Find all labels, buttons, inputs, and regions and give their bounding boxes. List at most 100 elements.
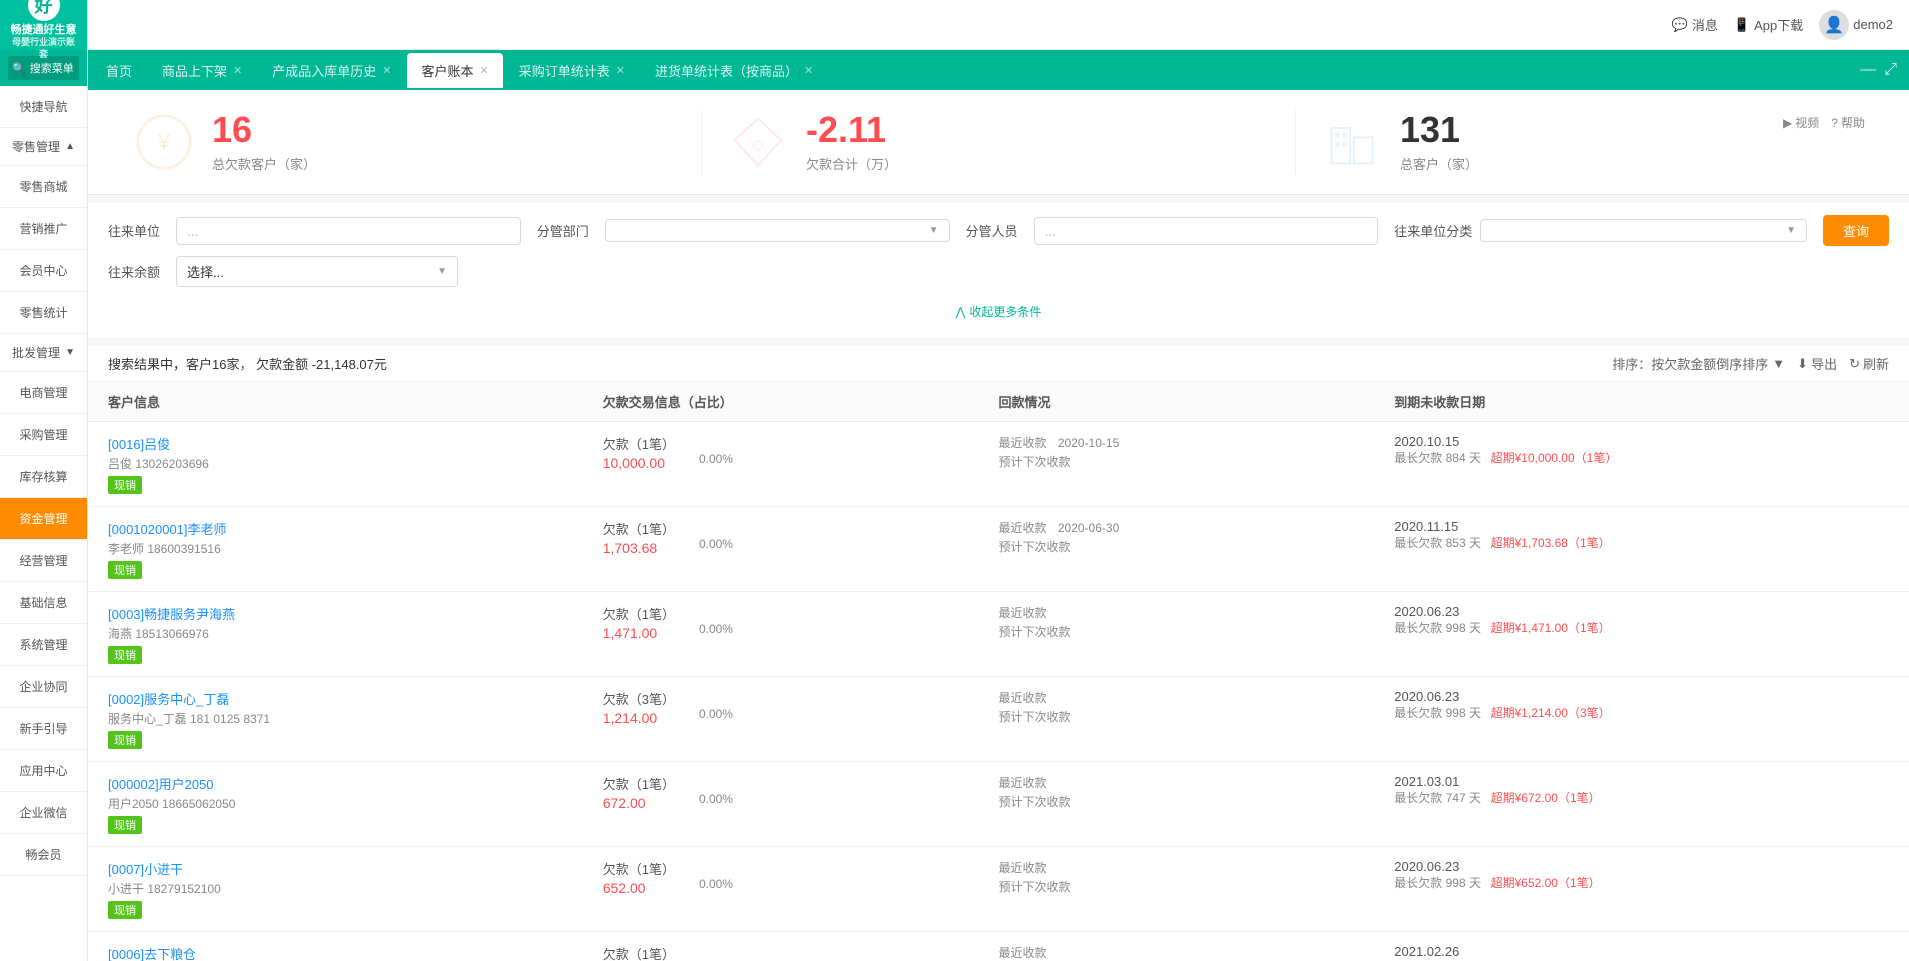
tab-close-production[interactable]: ✕ bbox=[382, 64, 391, 77]
recovery-next: 预计下次收款 bbox=[999, 538, 1395, 555]
table-row: [000002]用户2050 用户2050 18665062050 现销 欠款（… bbox=[88, 762, 1909, 847]
sidebar-item-quick-nav[interactable]: 快捷导航 bbox=[0, 86, 87, 128]
customer-name-link[interactable]: [0001020001]李老师 bbox=[108, 519, 603, 538]
from-unit-label: 往来单位 bbox=[108, 221, 168, 240]
sidebar-item-inventory[interactable]: 库存核算 bbox=[0, 456, 87, 498]
stat-info-debt: -2.11 欠款合计（万） bbox=[806, 112, 1271, 173]
overdue-link[interactable]: 超期¥1,703.68（1笔） bbox=[1491, 536, 1611, 550]
table-row: [0006]去下粮仓 陈小帅 现销 欠款（1笔） 455.90 0.00% bbox=[88, 932, 1909, 961]
overdue-link[interactable]: 超期¥1,471.00（1笔） bbox=[1491, 621, 1611, 635]
tab-production[interactable]: 产成品入库单历史 ✕ bbox=[258, 53, 405, 88]
debt-amount: 10,000.00 bbox=[603, 455, 675, 471]
due-date-col: 2020.11.15 最长欠款 853 天 超期¥1,703.68（1笔） bbox=[1394, 519, 1889, 579]
sidebar-item-ecommerce[interactable]: 电商管理 bbox=[0, 372, 87, 414]
export-button[interactable]: ⬇ 导出 bbox=[1797, 354, 1837, 373]
tab-home[interactable]: 首页 bbox=[92, 53, 146, 88]
sidebar-item-wholesale[interactable]: 批发管理 ▼ bbox=[0, 334, 87, 372]
tab-import-stats[interactable]: 进货单统计表（按商品） ✕ bbox=[641, 53, 827, 88]
customer-info-col: [0003]畅捷服务尹海燕 海燕 18513066976 现销 bbox=[108, 604, 603, 664]
sidebar-item-newbie[interactable]: 新手引导 bbox=[0, 708, 87, 750]
filter-balance: 往来余额 选择... ▼ bbox=[108, 256, 458, 287]
sidebar-item-basic-info[interactable]: 基础信息 bbox=[0, 582, 87, 624]
tab-close-customer[interactable]: ✕ bbox=[480, 64, 489, 77]
due-date: 2020.11.15 bbox=[1394, 519, 1889, 534]
customer-phone: 吕俊 13026203696 bbox=[108, 455, 603, 472]
stat-value-debt: -2.11 bbox=[806, 112, 1271, 148]
tabs-maximize-button[interactable]: ⤢ bbox=[1884, 61, 1897, 79]
table-header: 客户信息 欠款交易信息（占比） 回款情况 到期未收款日期 bbox=[88, 382, 1909, 422]
data-table: 客户信息 欠款交易信息（占比） 回款情况 到期未收款日期 [0016]吕俊 吕俊… bbox=[88, 382, 1909, 961]
sidebar-item-finance[interactable]: 资金管理 bbox=[0, 498, 87, 540]
sidebar-item-retail-stats[interactable]: 零售统计 bbox=[0, 292, 87, 334]
sidebar-item-purchase[interactable]: 采购管理 bbox=[0, 414, 87, 456]
sidebar-item-marketing[interactable]: 营销推广 bbox=[0, 208, 87, 250]
tabs-minimize-button[interactable]: — bbox=[1860, 61, 1876, 79]
overdue-link[interactable]: 超期¥652.00（1笔） bbox=[1491, 876, 1601, 890]
debt-info-col: 欠款（3笔） 1,214.00 0.00% bbox=[603, 689, 999, 749]
sidebar-item-retail-store[interactable]: 零售商城 bbox=[0, 166, 87, 208]
message-button[interactable]: 💬 消息 bbox=[1672, 15, 1718, 34]
debt-count: 欠款（1笔） bbox=[603, 519, 675, 538]
sidebar-item-vip[interactable]: 畅会员 bbox=[0, 834, 87, 876]
recovery-col: 最近收款 2020-06-30 预计下次收款 bbox=[999, 519, 1395, 579]
sidebar-item-system[interactable]: 系统管理 bbox=[0, 624, 87, 666]
sidebar-item-member[interactable]: 会员中心 bbox=[0, 250, 87, 292]
chevron-down-icon: ▼ bbox=[65, 347, 75, 358]
avatar: 👤 bbox=[1819, 10, 1849, 40]
debt-count: 欠款（1笔） bbox=[603, 774, 675, 793]
customer-name-link[interactable]: [0006]去下粮仓 bbox=[108, 944, 603, 961]
col-header-due-date: 到期未收款日期 bbox=[1394, 392, 1889, 411]
collapse-filter-button[interactable]: ⋀ 收起更多条件 bbox=[108, 297, 1889, 326]
chevron-down-icon: ▲ bbox=[65, 141, 75, 152]
customer-name-link[interactable]: [000002]用户2050 bbox=[108, 774, 603, 793]
help-button[interactable]: ? 帮助 bbox=[1831, 114, 1865, 131]
customer-name-link[interactable]: [0003]畅捷服务尹海燕 bbox=[108, 604, 603, 623]
tab-close-products[interactable]: ✕ bbox=[233, 64, 242, 77]
sidebar-item-app-center[interactable]: 应用中心 bbox=[0, 750, 87, 792]
table-row: [0001020001]李老师 李老师 18600391516 现销 欠款（1笔… bbox=[88, 507, 1909, 592]
video-button[interactable]: ▶ 视频 bbox=[1783, 114, 1819, 131]
customer-name-link[interactable]: [0016]吕俊 bbox=[108, 434, 603, 453]
chevron-down-icon: ▼ bbox=[1786, 225, 1796, 236]
tab-purchase-order[interactable]: 采购订单统计表 ✕ bbox=[505, 53, 639, 88]
stat-info-customers: 16 总欠款客户（家） bbox=[212, 112, 677, 173]
from-unit-input[interactable]: ... bbox=[176, 217, 521, 245]
debt-info-col: 欠款（1笔） 455.90 0.00% bbox=[603, 944, 999, 961]
recovery-col: 最近收款 预计下次收款 bbox=[999, 859, 1395, 919]
recovery-col: 最近收款 预计下次收款 bbox=[999, 774, 1395, 834]
overdue-link[interactable]: 超期¥1,214.00（3笔） bbox=[1491, 706, 1611, 720]
tabs-actions: — ⤢ bbox=[1860, 61, 1905, 79]
unit-class-input[interactable]: ▼ bbox=[1480, 219, 1807, 242]
manager-input[interactable]: ... bbox=[1034, 217, 1379, 245]
unit-class-label: 往来单位分类 bbox=[1394, 221, 1472, 240]
overdue-link[interactable]: 超期¥10,000.00（1笔） bbox=[1491, 451, 1618, 465]
overdue-link[interactable]: 超期¥672.00（1笔） bbox=[1491, 791, 1601, 805]
customer-phone: 小进干 18279152100 bbox=[108, 880, 603, 897]
customer-name-link[interactable]: [0007]小进干 bbox=[108, 859, 603, 878]
sidebar-logo[interactable]: 好 畅捷通好生意 母婴行业演示账套 bbox=[0, 0, 87, 50]
tab-customer-account[interactable]: 客户账本 ✕ bbox=[407, 53, 502, 88]
sidebar-item-ops[interactable]: 经营管理 bbox=[0, 540, 87, 582]
tab-products[interactable]: 商品上下架 ✕ bbox=[148, 53, 256, 88]
balance-select[interactable]: 选择... ▼ bbox=[176, 256, 458, 287]
refresh-button[interactable]: ↻ 刷新 bbox=[1849, 354, 1889, 373]
export-icon: ⬇ bbox=[1797, 356, 1808, 372]
debt-amount: 672.00 bbox=[603, 795, 675, 811]
chevron-down-icon: ▼ bbox=[437, 266, 447, 277]
sidebar-item-retail-mgmt[interactable]: 零售管理 ▲ bbox=[0, 128, 87, 166]
dept-input[interactable]: ▼ bbox=[605, 219, 950, 242]
sort-selector[interactable]: 排序：按欠款金额倒序排序 ▼ bbox=[1612, 354, 1785, 373]
sidebar-item-wechat[interactable]: 企业微信 bbox=[0, 792, 87, 834]
user-menu-button[interactable]: 👤 demo2 bbox=[1819, 10, 1893, 40]
tab-close-purchase[interactable]: ✕ bbox=[616, 64, 625, 77]
customer-phone: 用户2050 18665062050 bbox=[108, 795, 603, 812]
search-button[interactable]: 查询 bbox=[1823, 215, 1889, 246]
filter-manager: 分管人员 ... bbox=[966, 217, 1379, 245]
customer-info-col: [0002]服务中心_丁磊 服务中心_丁磊 181 0125 8371 现销 bbox=[108, 689, 603, 749]
filter-from-unit: 往来单位 ... bbox=[108, 217, 521, 245]
tab-close-import[interactable]: ✕ bbox=[804, 64, 813, 77]
sidebar-item-enterprise[interactable]: 企业协同 bbox=[0, 666, 87, 708]
help-icon: ? bbox=[1831, 116, 1838, 130]
app-download-button[interactable]: 📱 App下载 bbox=[1734, 15, 1803, 34]
customer-name-link[interactable]: [0002]服务中心_丁磊 bbox=[108, 689, 603, 708]
